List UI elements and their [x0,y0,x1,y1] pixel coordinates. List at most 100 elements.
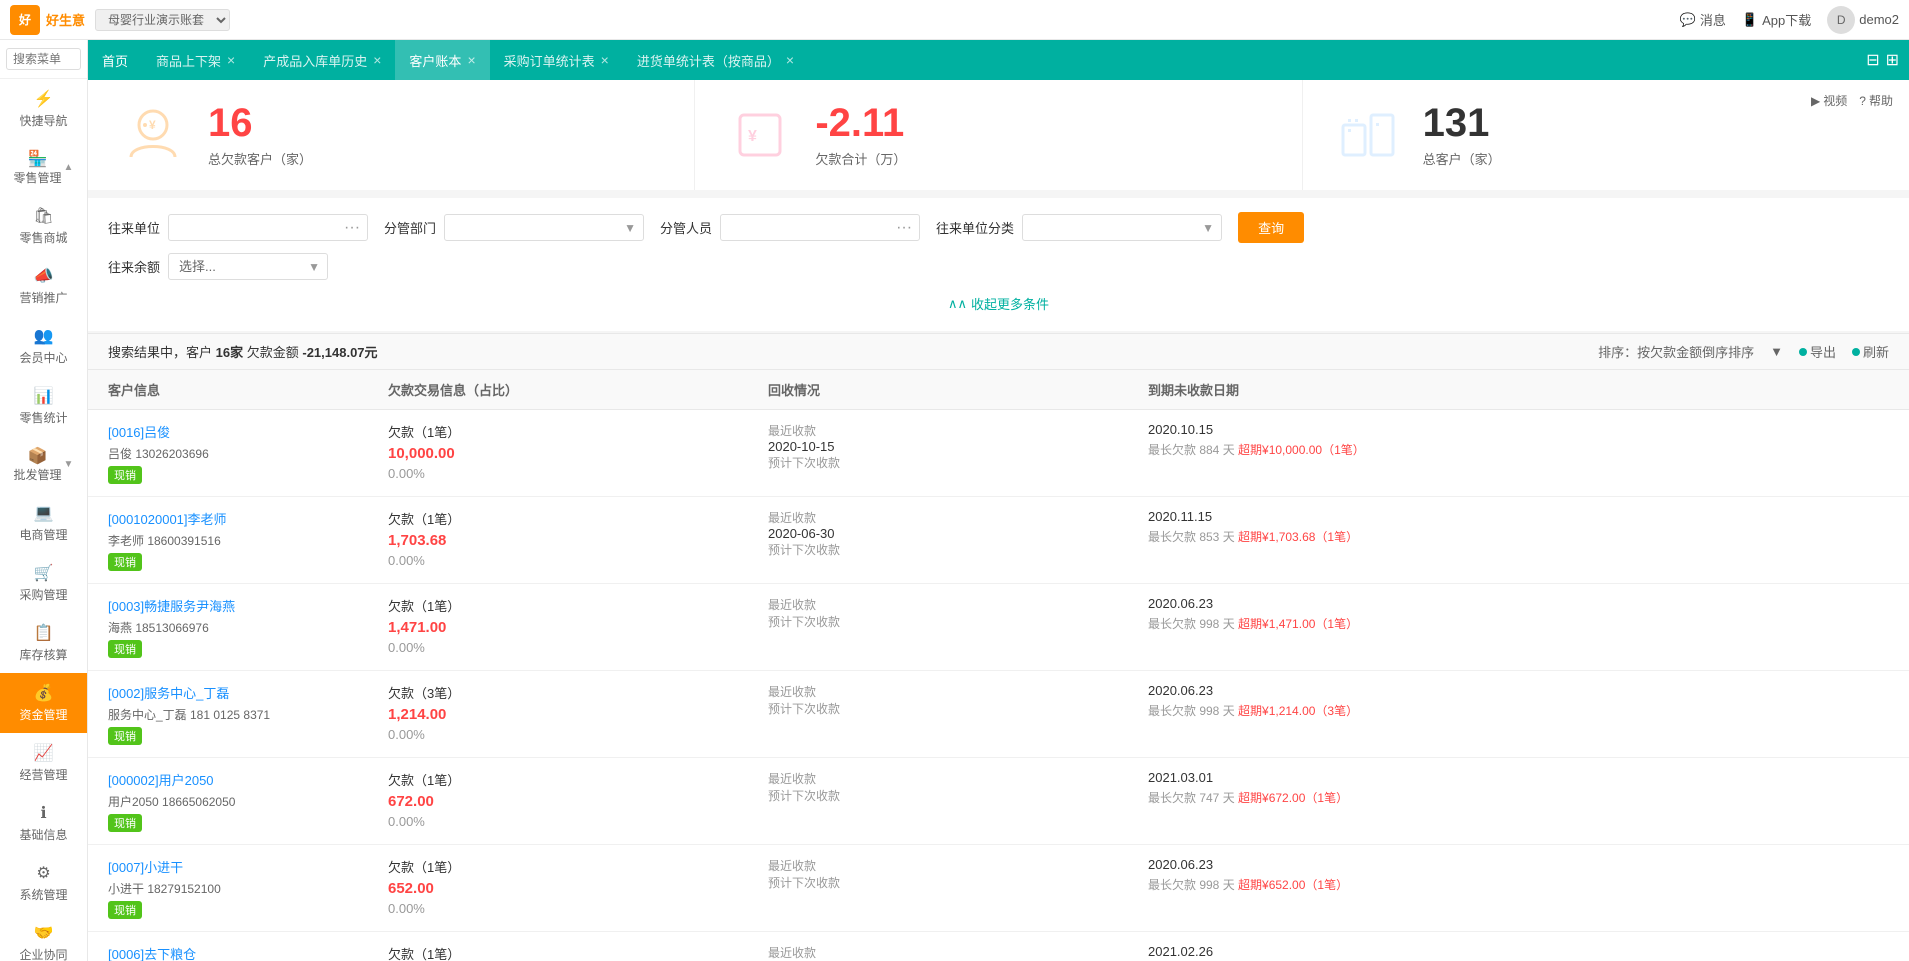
search-button[interactable]: 查询 [1238,212,1304,243]
customer-name-6[interactable]: [0007]小进干 [108,857,388,876]
retail-mall-icon: 🛍 [33,206,53,226]
customer-name-5[interactable]: [000002]用户2050 [108,770,388,789]
sidebar-item-basic-info[interactable]: ℹ 基础信息 [0,793,87,853]
unit-category-select[interactable] [1022,214,1222,241]
company-selector[interactable]: 母婴行业演示账套 [95,9,230,31]
table-row: [0016]吕俊 吕俊 13026203696 现销 欠款（1笔） 10,000… [88,410,1909,497]
debt-info-3: 欠款（1笔） 1,471.00 0.00% [388,596,768,655]
col-header-debt: 欠款交易信息（占比） [388,380,768,399]
tab-purchase-stat[interactable]: 进货单统计表（按商品） × [623,40,808,80]
sidebar-item-member[interactable]: 👥 会员中心 [0,316,87,376]
tab-expand-icon[interactable]: ⊞ [1886,50,1899,70]
total-customer-count: 131 [1423,103,1501,143]
customer-name-3[interactable]: [0003]畅捷服务尹海燕 [108,596,388,615]
tab-close-product-shelf[interactable]: × [227,52,235,68]
overdue-amount-3[interactable]: 超期¥1,471.00（1笔） [1238,617,1358,631]
tab-home[interactable]: 首页 [88,40,142,80]
help-icon: ? [1859,94,1866,108]
overdue-date-5: 2021.03.01 [1148,770,1889,785]
dept-label: 分管部门 [384,218,436,237]
dept-select[interactable] [444,214,644,241]
table-header: 客户信息 欠款交易信息（占比） 回收情况 到期未收款日期 [88,370,1909,410]
inventory-icon: 📋 [34,623,54,643]
debt-amount-2: 1,703.68 [388,532,768,549]
overdue-amount-4[interactable]: 超期¥1,214.00（3笔） [1238,704,1358,718]
tab-close-product-history[interactable]: × [373,52,381,68]
phone-icon: 📱 [1742,12,1758,28]
quick-nav-icon: ⚡ [34,89,54,109]
tab-close-purchase-stat[interactable]: × [786,52,794,68]
message-button[interactable]: 💬 消息 [1680,10,1726,29]
tab-product-shelf[interactable]: 商品上下架 × [142,40,249,80]
results-actions: 排序：按欠款金额倒序排序 ▼ 导出 刷新 [1598,342,1889,361]
sidebar-item-inventory[interactable]: 📋 库存核算 [0,613,87,673]
tab-product-history[interactable]: 产成品入库单历史 × [249,40,395,80]
debt-amount-4: 1,214.00 [388,706,768,723]
tab-actions: ⊟ ⊞ [1866,50,1909,70]
sidebar-item-operations[interactable]: 📈 经营管理 [0,733,87,793]
search-input[interactable] [6,48,81,70]
sidebar-item-finance[interactable]: 💰 资金管理 [0,673,87,733]
balance-select[interactable]: 选择... [168,253,328,280]
retail-mgmt-icon: 🏪 [28,149,48,169]
customer-tag-2: 现销 [108,553,142,571]
sidebar-item-enterprise[interactable]: 🤝 企业协同 [0,913,87,961]
debt-amount-5: 672.00 [388,793,768,810]
svg-text:¥: ¥ [149,118,156,132]
overdue-info-6: 2020.06.23 最长欠款 998 天 超期¥652.00（1笔） [1148,857,1889,893]
sidebar-item-system[interactable]: ⚙ 系统管理 [0,853,87,913]
sidebar-item-quick-nav[interactable]: ⚡ 快捷导航 [0,79,87,139]
debt-info-1: 欠款（1笔） 10,000.00 0.00% [388,422,768,481]
customer-name-4[interactable]: [0002]服务中心_丁磊 [108,683,388,702]
sidebar-item-retail-stat[interactable]: 📊 零售统计 [0,376,87,436]
filter-row-2: 往来余额 选择... ▼ [108,253,1889,280]
debt-info-5: 欠款（1笔） 672.00 0.00% [388,770,768,829]
tab-close-purchase-order[interactable]: × [601,52,609,68]
customer-tag-1: 现销 [108,466,142,484]
sidebar-item-batch-mgmt[interactable]: 📦 批发管理 ▼ [0,436,87,493]
export-button[interactable]: 导出 [1799,342,1836,361]
collapse-button[interactable]: ∧∧ 收起更多条件 [108,290,1889,317]
overdue-amount-5[interactable]: 超期¥672.00（1笔） [1238,791,1348,805]
sidebar-item-purchase[interactable]: 🛒 采购管理 [0,553,87,613]
logo-area: 好 好生意 [10,5,85,35]
operations-icon: 📈 [34,743,54,763]
customer-name-2[interactable]: [0001020001]李老师 [108,509,388,528]
tab-customer-account[interactable]: 客户账本 × [395,40,489,80]
customer-tag-4: 现销 [108,727,142,745]
filter-source-unit: 往来单位 ··· [108,214,368,241]
overdue-amount-1[interactable]: 超期¥10,000.00（1笔） [1238,443,1365,457]
refresh-button[interactable]: 刷新 [1852,342,1889,361]
user-avatar-area[interactable]: D demo2 [1827,6,1899,34]
table-row: [0006]去下粮仓 陈小册 现销 欠款（1笔） 455.90 0.00% 最近… [88,932,1909,961]
filter-balance: 往来余额 选择... ▼ [108,253,328,280]
overdue-amount-6[interactable]: 超期¥652.00（1笔） [1238,878,1348,892]
sort-arrow-icon: ▼ [1770,344,1783,359]
video-action[interactable]: ▶ 视频 [1811,92,1847,109]
overdue-info-1: 2020.10.15 最长欠款 884 天 超期¥10,000.00（1笔） [1148,422,1889,458]
person-input[interactable] [720,214,920,241]
debt-percent-4: 0.00% [388,727,768,742]
recovery-info-2: 最近收款 2020-06-30 预计下次收款 [768,509,1148,558]
top-right: 💬 消息 📱 App下载 D demo2 [1680,6,1899,34]
tab-shrink-icon[interactable]: ⊟ [1866,50,1879,70]
customer-name-7[interactable]: [0006]去下粮仓 [108,944,388,961]
debt-count-7: 欠款（1笔） [388,944,768,961]
tab-purchase-order[interactable]: 采购订单统计表 × [490,40,623,80]
tab-close-customer-account[interactable]: × [467,52,475,68]
sidebar-item-marketing[interactable]: 📣 营销推广 [0,256,87,316]
app-download-button[interactable]: 📱 App下载 [1742,10,1811,29]
export-dot-icon [1799,348,1807,356]
overdue-date-7: 2021.02.26 [1148,944,1889,959]
next-collect-label-3: 预计下次收款 [768,613,1148,630]
sidebar-item-retail-mgmt[interactable]: 🏪 零售管理 ▲ [0,139,87,196]
sidebar-item-retail-mall[interactable]: 🛍 零售商城 [0,196,87,256]
ecommerce-icon: 💻 [34,503,54,523]
overdue-amount-2[interactable]: 超期¥1,703.68（1笔） [1238,530,1358,544]
sidebar-item-ecommerce[interactable]: 💻 电商管理 [0,493,87,553]
recovery-info-5: 最近收款 预计下次收款 [768,770,1148,804]
filter-section: 往来单位 ··· 分管部门 [88,198,1909,331]
customer-name-1[interactable]: [0016]吕俊 [108,422,388,441]
source-unit-input[interactable] [168,214,368,241]
help-action[interactable]: ? 帮助 [1859,92,1893,109]
